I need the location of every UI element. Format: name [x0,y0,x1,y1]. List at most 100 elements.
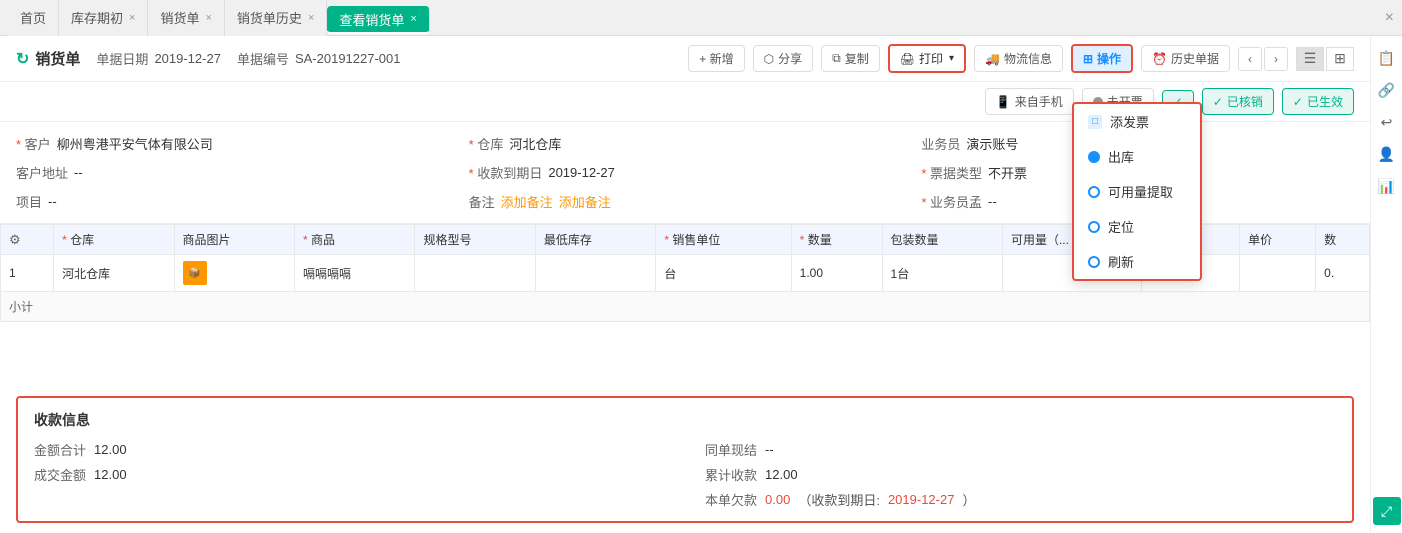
warehouse-value: 河北仓库 [509,134,561,153]
refresh-item[interactable]: 刷新 [1074,244,1200,279]
transaction-label: 成交金额 [34,465,86,484]
cumulative-row: 累计收款 12.00 [705,465,1336,484]
sidebar-return-icon[interactable]: ↩ [1373,108,1401,136]
current-owe-row: 本单欠款 0.00 （收款到期日: 2019-12-27 ） [705,490,1336,509]
payment-date-value: 2019-12-27 [548,165,615,180]
ticket-type-value: 不开票 [988,163,1027,182]
sidebar-chart-icon[interactable]: 📊 [1373,172,1401,200]
next-button[interactable]: › [1264,47,1288,71]
copy-icon: ⧉ [832,51,841,66]
subtotal-label: 小计 [1,292,1370,322]
col-gear[interactable]: ⚙ [1,225,54,255]
address-label: 客户地址 [16,163,68,182]
col-img: 商品图片 [174,225,294,255]
staff-label: 业务员 [921,134,960,153]
doc-number-section: 单据编号 SA-20191227-001 [237,49,401,68]
row-product: 嗝嗝嗝嗝 [295,255,415,292]
history-button[interactable]: ⏰ 历史单据 [1141,45,1230,72]
payment-section: 收款信息 金额合计 12.00 成交金额 12.00 同单现结 -- [16,396,1354,523]
refresh-label: 刷新 [1108,252,1134,271]
warehouse-label: 仓库 [469,134,504,153]
sidebar-clipboard-icon[interactable]: 📋 [1373,44,1401,72]
row-min-stock [535,255,655,292]
outbound-item[interactable]: 出库 [1074,139,1200,174]
available-extract-label: 可用量提取 [1108,182,1173,201]
tab-sales-history-label: 销货单历史 [237,8,302,27]
view-toggle: ☰ ⊞ [1296,47,1354,71]
print-button[interactable]: 🖨 打印 ▾ [888,44,966,73]
add-invoice-item[interactable]: □ 添发票 [1074,104,1200,139]
tab-view-sales-label: 查看销货单 [339,10,404,29]
right-sidebar: 📋 🔗 ↩ 👤 📊 ⤢ [1370,36,1402,533]
locate-item[interactable]: 定位 [1074,209,1200,244]
warehouse-field: 仓库 河北仓库 [469,134,902,153]
operations-icon: ⊞ [1083,52,1093,66]
sidebar-link-icon[interactable]: 🔗 [1373,76,1401,104]
col-spec: 规格型号 [415,225,535,255]
prev-button[interactable]: ‹ [1238,47,1262,71]
owe-note: （收款到期日: [798,490,880,509]
tab-inventory-close[interactable]: × [129,12,135,24]
locate-label: 定位 [1108,217,1134,236]
row-unit: 台 [656,255,791,292]
doc-title-icon: ↻ [16,49,29,69]
phone-icon: 📱 [996,95,1011,109]
row-index: 1 [1,255,54,292]
logistics-button[interactable]: 🚚 物流信息 [974,45,1063,72]
doc-date-label: 单据日期 [96,49,148,68]
outbound-label: 出库 [1108,147,1134,166]
tab-view-sales[interactable]: 查看销货单 × [327,6,429,34]
total-amount-row: 金额合计 12.00 [34,440,665,459]
cancelled-button[interactable]: ✓ 已核销 [1202,88,1274,115]
payment-title: 收款信息 [34,410,1336,430]
row-qty: 1.00 [791,255,882,292]
doc-title-section: ↻ 销货单 [16,48,80,69]
address-value: -- [74,165,83,180]
available-extract-item[interactable]: 可用量提取 [1074,174,1200,209]
tab-sales-history-close[interactable]: × [308,12,314,24]
doc-date-section: 单据日期 2019-12-27 [96,49,221,68]
tab-home[interactable]: 首页 [8,0,59,36]
tab-sales-close[interactable]: × [205,12,211,24]
transaction-row: 成交金额 12.00 [34,465,665,484]
staff-value: 演示账号 [966,134,1018,153]
from-phone-button[interactable]: 📱 来自手机 [985,88,1074,115]
project-value: -- [48,194,57,209]
copy-button[interactable]: ⧉ 复制 [821,45,880,72]
subtotal-row: 小计 [1,292,1370,322]
staff2-label: 业务员孟 [921,192,982,211]
col-min-stock: 最低库存 [535,225,655,255]
row-price [1240,255,1316,292]
available-extract-icon [1088,186,1100,198]
tab-sales[interactable]: 销货单 × [148,0,224,36]
sidebar-expand-icon[interactable]: ⤢ [1373,497,1401,525]
same-order-label: 同单现结 [705,440,757,459]
col-price: 单价 [1240,225,1316,255]
grid-view-button[interactable]: ⊞ [1326,47,1354,71]
doc-date-value: 2019-12-27 [154,51,221,66]
tab-inventory[interactable]: 库存期初 × [59,0,148,36]
window-close-button[interactable]: × [1385,9,1394,27]
col-product: 商品 [295,225,415,255]
logistics-icon: 🚚 [985,52,1000,66]
tab-view-sales-close[interactable]: × [410,13,416,25]
locate-icon [1088,221,1100,233]
sidebar-user-icon[interactable]: 👤 [1373,140,1401,168]
tab-sales-history[interactable]: 销货单历史 × [225,0,327,36]
add-remark-link[interactable]: 添加备注 [501,192,553,211]
effective-button[interactable]: ✓ 已生效 [1282,88,1354,115]
owe-date: 2019-12-27 [888,492,955,507]
new-button[interactable]: + 新增 [688,45,744,72]
row-pkg-qty: 1台 [882,255,1002,292]
tab-bar: 首页 库存期初 × 销货单 × 销货单历史 × 查看销货单 × × [0,0,1402,36]
transaction-value: 12.00 [94,467,127,482]
list-view-button[interactable]: ☰ [1296,47,1324,71]
ticket-type-label: 票据类型 [921,163,982,182]
nav-arrows: ‹ › [1238,47,1288,71]
cumulative-label: 累计收款 [705,465,757,484]
history-icon: ⏰ [1152,52,1167,66]
doc-header: ↻ 销货单 单据日期 2019-12-27 单据编号 SA-20191227-0… [0,36,1370,82]
print-dropdown-arrow[interactable]: ▾ [949,53,954,64]
share-button[interactable]: ⬡ 分享 [753,45,814,72]
operations-button[interactable]: ⊞ 操作 [1071,44,1133,73]
